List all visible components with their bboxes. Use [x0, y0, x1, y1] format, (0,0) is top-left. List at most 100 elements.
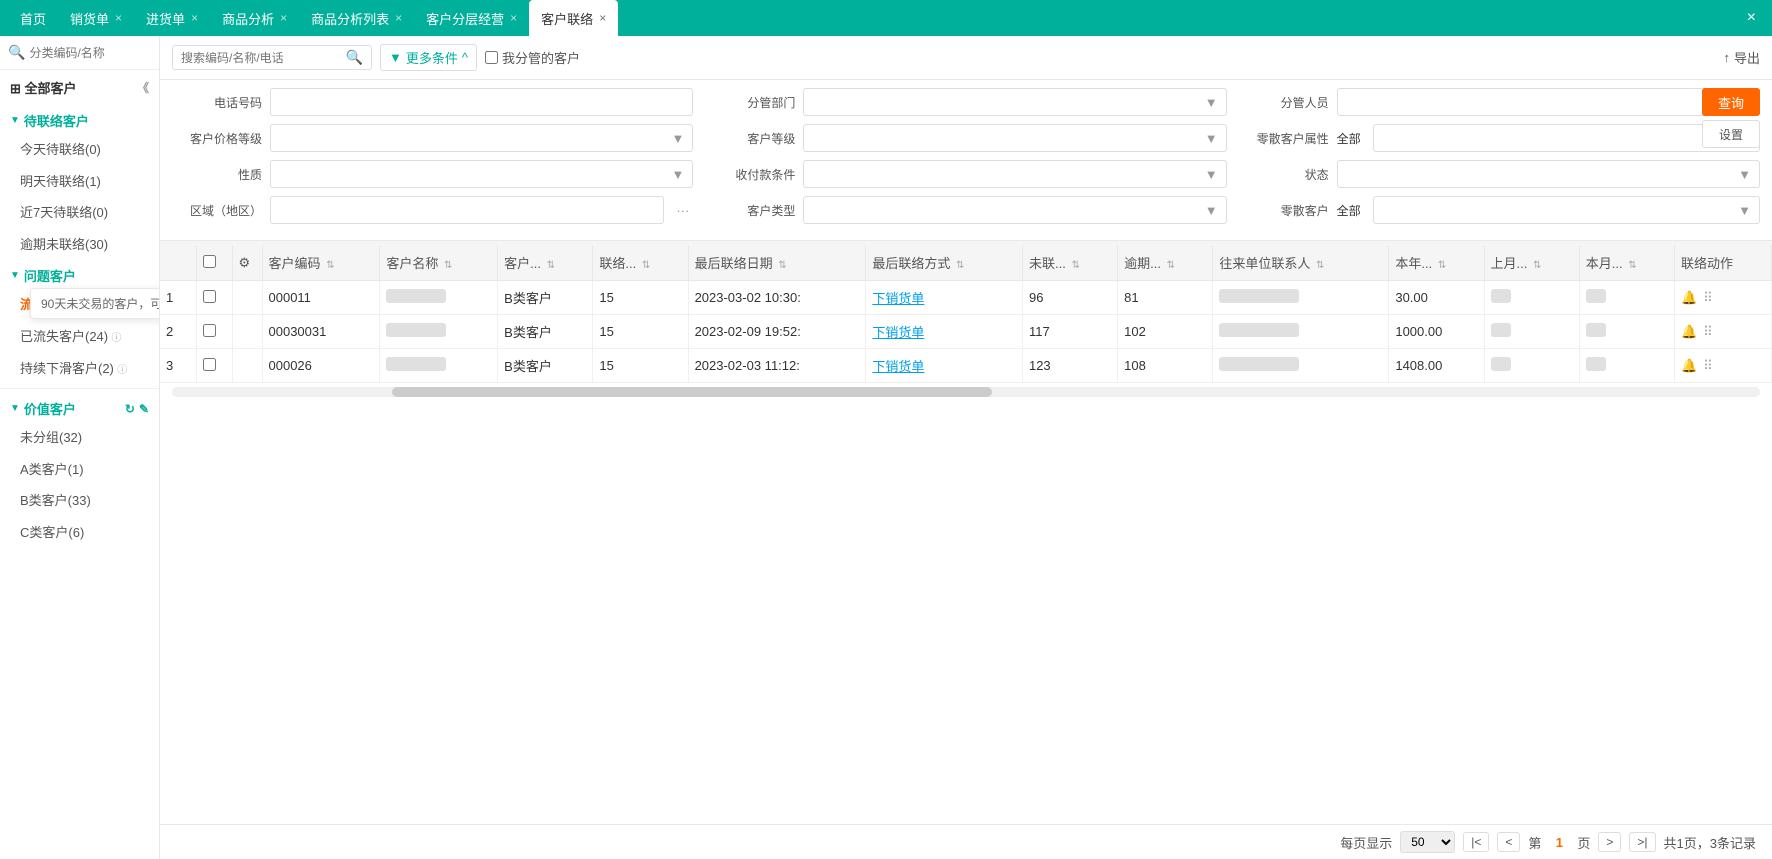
nav-tab-sales[interactable]: 销货单 ×	[58, 0, 134, 36]
page-first-btn[interactable]: |<	[1463, 832, 1489, 852]
col-name-sort[interactable]: ⇅	[444, 260, 452, 271]
nav-tab-customer-tier[interactable]: 客户分层经营 ×	[414, 0, 529, 36]
page-last-btn[interactable]: >|	[1629, 832, 1655, 852]
col-contacts-sort[interactable]: ⇅	[642, 260, 650, 271]
cell-checkbox-2[interactable]	[196, 315, 232, 349]
action-icons-3: 🔔 ⠿	[1681, 358, 1765, 374]
col-this-month-sort[interactable]: ⇅	[1628, 260, 1636, 271]
cell-checkbox-3[interactable]	[196, 349, 232, 383]
filter-region-select[interactable]	[270, 196, 664, 224]
sidebar-item-tomorrow[interactable]: 明天待联络(1)	[0, 166, 159, 198]
sidebar-section-pending[interactable]: ▼ 待联络客户	[0, 105, 159, 134]
col-last-month-sort[interactable]: ⇅	[1533, 260, 1541, 271]
sidebar-item-class-c[interactable]: C类客户(6)	[0, 517, 159, 549]
filter-region-dots[interactable]: ···	[672, 203, 693, 218]
nav-tab-customer-contact-close[interactable]: ×	[599, 11, 606, 25]
export-btn[interactable]: ↑ 导出	[1723, 48, 1760, 67]
cell-last-method-1[interactable]: 下销货单	[866, 281, 1023, 315]
sidebar-item-overdue[interactable]: 逾期未联络(30)	[0, 229, 159, 261]
filter-payment-select[interactable]: ▼	[803, 160, 1226, 188]
col-not-contact-sort[interactable]: ⇅	[1071, 260, 1079, 271]
filter-phone-input[interactable]	[270, 88, 693, 116]
my-customer-checkbox[interactable]	[485, 51, 498, 64]
cell-checkbox-1[interactable]	[196, 281, 232, 315]
filter-status-select[interactable]: ▼	[1337, 160, 1760, 188]
col-this-year-sort[interactable]: ⇅	[1438, 260, 1446, 271]
col-code-sort[interactable]: ⇅	[326, 260, 334, 271]
select-all-checkbox[interactable]	[203, 255, 216, 268]
nav-tab-goods-list-close[interactable]: ×	[395, 11, 402, 25]
action-more-icon-1[interactable]: ⠿	[1703, 290, 1713, 306]
link-last-method-1[interactable]: 下销货单	[872, 291, 924, 306]
cell-overdue-1: 81	[1118, 281, 1213, 315]
horizontal-scrollbar[interactable]	[172, 387, 1760, 397]
sidebar-item-today[interactable]: 今天待联络(0)	[0, 134, 159, 166]
row-checkbox-2[interactable]	[203, 324, 216, 337]
cell-last-method-2[interactable]: 下销货单	[866, 315, 1023, 349]
filter-manager-select[interactable]	[1337, 88, 1731, 116]
table-gear-icon[interactable]: ⚙	[239, 255, 251, 270]
action-contact-icon-1[interactable]: 🔔	[1681, 290, 1697, 306]
col-checkbox[interactable]	[196, 245, 232, 281]
filter-price-level-label: 客户价格等级	[172, 130, 262, 147]
row-checkbox-1[interactable]	[203, 290, 216, 303]
action-icons-1: 🔔 ⠿	[1681, 290, 1765, 306]
filter-row-status: 状态 ▼	[1239, 160, 1760, 188]
page-prev-btn[interactable]: <	[1497, 832, 1520, 852]
col-last-method-sort[interactable]: ⇅	[956, 260, 964, 271]
sidebar-item-week[interactable]: 近7天待联络(0)	[0, 197, 159, 229]
my-customer-checkbox-wrap[interactable]: 我分管的客户	[485, 48, 580, 67]
sidebar-item-already-lost[interactable]: 已流失客户(24) ⓘ	[0, 321, 159, 353]
scrollbar-thumb[interactable]	[392, 387, 992, 397]
nav-tab-customer-contact[interactable]: 客户联络 ×	[529, 0, 618, 36]
sidebar-item-ungrouped[interactable]: 未分组(32)	[0, 422, 159, 454]
filter-nature-select[interactable]: ▼	[270, 160, 693, 188]
nav-tab-customer-tier-close[interactable]: ×	[510, 11, 517, 25]
query-button[interactable]: 查询	[1702, 88, 1760, 116]
filter-retail-customer-select[interactable]: ▼	[1373, 196, 1760, 224]
search-input[interactable]	[181, 51, 346, 65]
action-more-icon-3[interactable]: ⠿	[1703, 358, 1713, 374]
action-more-icon-2[interactable]: ⠿	[1703, 324, 1713, 340]
cell-last-method-3[interactable]: 下销货单	[866, 349, 1023, 383]
nav-tab-goods-analysis-close[interactable]: ×	[280, 11, 287, 25]
more-filter-btn[interactable]: ▼ 更多条件 ^	[380, 44, 477, 71]
nav-close-all-btn[interactable]: ×	[1739, 9, 1764, 27]
sidebar-all-customers[interactable]: ⊞ 全部客户 《	[0, 70, 159, 105]
sidebar-section-problem[interactable]: ▼ 问题客户	[0, 260, 159, 289]
nav-tab-purchase[interactable]: 进货单 ×	[134, 0, 210, 36]
tooltip-box: 90天未交易的客户，可能有流失风险。	[30, 288, 160, 319]
nav-tab-purchase-close[interactable]: ×	[191, 11, 198, 25]
sidebar-item-class-a[interactable]: A类客户(1)	[0, 454, 159, 486]
col-type-sort[interactable]: ⇅	[547, 260, 555, 271]
action-contact-icon-3[interactable]: 🔔	[1681, 358, 1697, 374]
filter-dept-select[interactable]: ▼	[803, 88, 1226, 116]
col-overdue-sort[interactable]: ⇅	[1167, 260, 1175, 271]
filter-grade-select[interactable]: ▼	[803, 124, 1226, 152]
search-submit-icon[interactable]: 🔍	[346, 49, 363, 66]
setting-button[interactable]: 设置	[1702, 120, 1760, 148]
filter-customer-type-select[interactable]: ▼	[803, 196, 1226, 224]
nav-tab-goods-list[interactable]: 商品分析列表 ×	[299, 0, 414, 36]
per-page-select[interactable]: 50 100 200	[1400, 831, 1455, 853]
page-current: 1	[1549, 835, 1569, 850]
col-last-date-sort[interactable]: ⇅	[778, 260, 786, 271]
nav-tab-sales-label: 销货单	[70, 9, 109, 28]
sidebar-section-value[interactable]: ▼ 价值客户 ↻ ✎	[0, 393, 159, 422]
nav-tab-sales-close[interactable]: ×	[115, 11, 122, 25]
link-last-method-3[interactable]: 下销货单	[872, 359, 924, 374]
sidebar-search-input[interactable]	[29, 46, 151, 60]
sidebar-item-class-b[interactable]: B类客户(33)	[0, 485, 159, 517]
page-next-btn[interactable]: >	[1598, 832, 1621, 852]
link-last-method-2[interactable]: 下销货单	[872, 325, 924, 340]
nav-tab-goods-analysis[interactable]: 商品分析 ×	[210, 0, 299, 36]
nav-tab-home[interactable]: 首页	[8, 0, 58, 36]
refresh-icon[interactable]: ↻	[125, 402, 135, 416]
filter-price-level-select[interactable]: ▼	[270, 124, 693, 152]
edit-icon[interactable]: ✎	[139, 402, 149, 416]
row-checkbox-3[interactable]	[203, 358, 216, 371]
col-unit-contact-sort[interactable]: ⇅	[1316, 260, 1324, 271]
col-gear[interactable]: ⚙	[232, 245, 262, 281]
sidebar-item-declining[interactable]: 持续下滑客户(2) ⓘ	[0, 353, 159, 385]
action-contact-icon-2[interactable]: 🔔	[1681, 324, 1697, 340]
